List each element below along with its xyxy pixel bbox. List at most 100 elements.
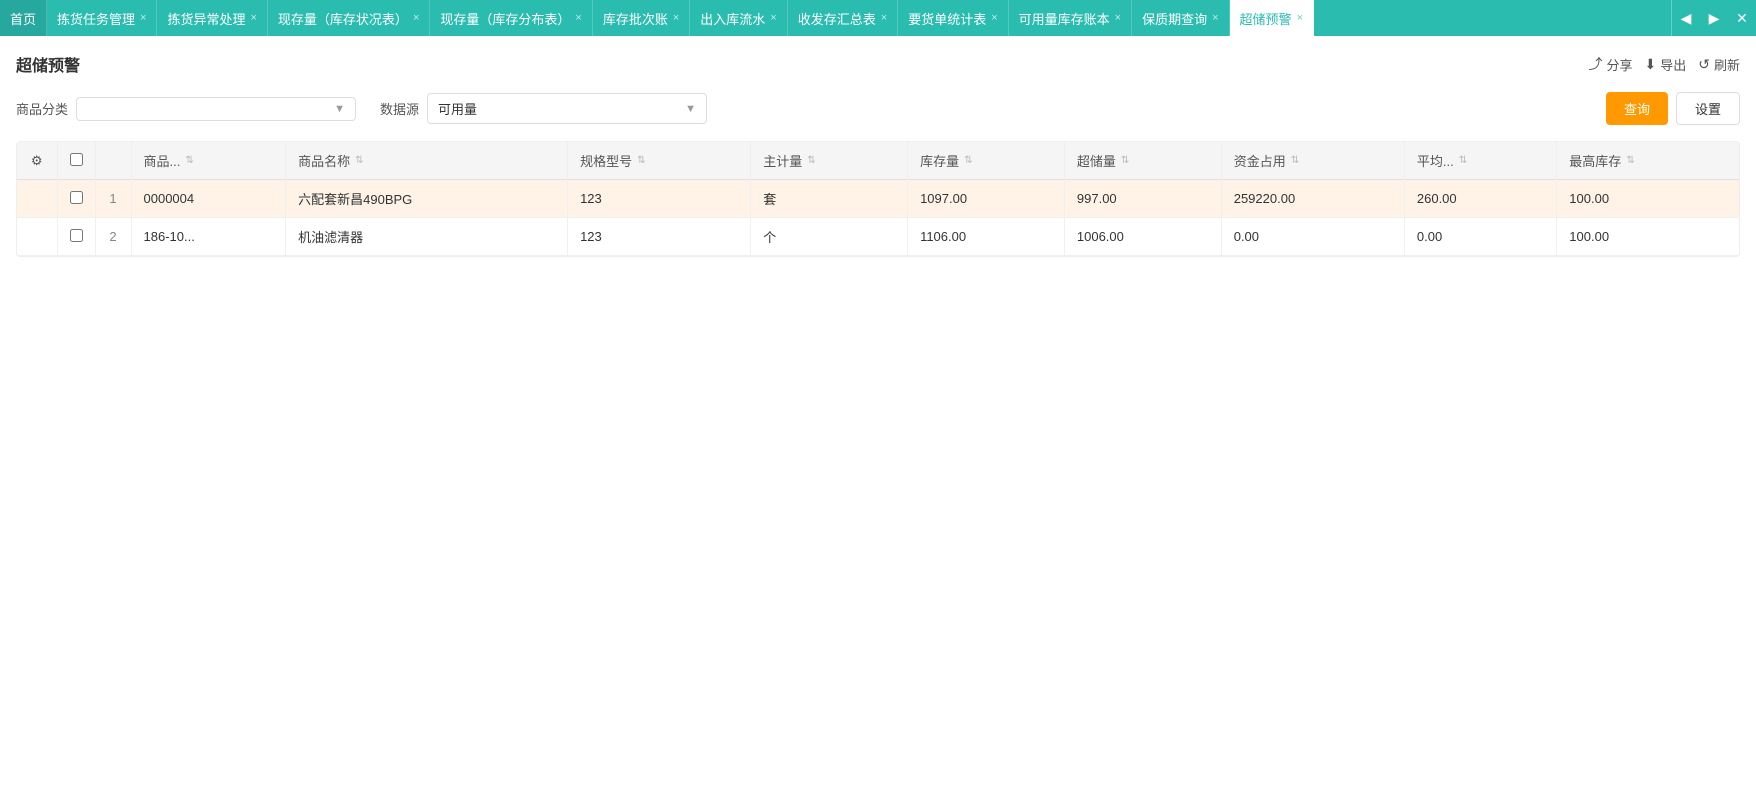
sidebar-item-collection[interactable]: 收发存汇总表 × [788, 0, 898, 36]
nav-item-close-icon[interactable]: × [1297, 12, 1303, 24]
row-checkbox-cell[interactable] [57, 180, 95, 218]
sidebar-item-overstock[interactable]: 超储预警 × [1230, 0, 1314, 36]
table-row: 10000004六配套新昌490BPG123套1097.00997.002592… [17, 180, 1739, 218]
col-checkbox[interactable] [57, 142, 95, 180]
sidebar-item-inout-flow[interactable]: 出入库流水 × [690, 0, 787, 36]
nav-prev-button[interactable]: ◀ [1672, 0, 1700, 36]
col-overstock[interactable]: 超储量 ⇅ [1064, 142, 1221, 180]
top-nav: 首页拣货任务管理×拣货异常处理×现存量（库存状况表）×现存量（库存分布表）×库存… [0, 0, 1756, 36]
row-overstock: 997.00 [1064, 180, 1221, 218]
row-max-inv: 100.00 [1557, 180, 1739, 218]
col-settings[interactable]: ⚙ [17, 142, 57, 180]
row-product-name: 六配套新昌490BPG [286, 180, 568, 218]
row-checkbox-cell[interactable] [57, 218, 95, 256]
row-inventory: 1106.00 [908, 218, 1065, 256]
filter-area: 商品分类 ▼ 数据源 可用量 ▼ 查询 设置 [16, 92, 1740, 125]
row-unit: 个 [751, 218, 908, 256]
row-capital: 0.00 [1221, 218, 1404, 256]
sort-inventory-icon: ⇅ [964, 155, 972, 166]
nav-item-close-icon[interactable]: × [140, 12, 146, 24]
col-capital-label: 资金占用 [1234, 151, 1286, 170]
filter-buttons: 查询 设置 [1606, 92, 1740, 125]
nav-item-close-icon[interactable]: × [575, 12, 581, 24]
query-button[interactable]: 查询 [1606, 92, 1668, 125]
col-unit[interactable]: 主计量 ⇅ [751, 142, 908, 180]
sort-overstock-icon: ⇅ [1121, 155, 1129, 166]
nav-item-close-icon[interactable]: × [673, 12, 679, 24]
page-header: 超储预警 ⤴ 分享 ⬇ 导出 ↺ 刷新 [16, 52, 1740, 76]
datasource-value: 可用量 [438, 99, 477, 118]
settings-icon: ⚙ [31, 153, 43, 168]
sidebar-item-inventory-status[interactable]: 现存量（库存状况表） × [268, 0, 430, 36]
page-content: 超储预警 ⤴ 分享 ⬇ 导出 ↺ 刷新 商品分类 ▼ 数据源 [0, 36, 1756, 800]
row-checkbox[interactable] [70, 229, 83, 242]
share-label: 分享 [1606, 55, 1632, 74]
share-button[interactable]: ⤴ 分享 [1588, 54, 1632, 74]
data-table-wrapper: ⚙ 商品... ⇅ 商品名称 [16, 141, 1740, 257]
col-spec[interactable]: 规格型号 ⇅ [568, 142, 751, 180]
row-number: 2 [95, 218, 131, 256]
nav-item-label: 保质期查询 [1142, 9, 1207, 28]
nav-item-label: 收发存汇总表 [798, 9, 876, 28]
category-select[interactable]: ▼ [76, 97, 356, 121]
select-all-checkbox[interactable] [70, 153, 83, 166]
col-inventory[interactable]: 库存量 ⇅ [908, 142, 1065, 180]
nav-item-label: 拣货异常处理 [167, 9, 245, 28]
col-spec-label: 规格型号 [580, 151, 632, 170]
sort-product-name-icon: ⇅ [355, 155, 363, 166]
col-rownum [95, 142, 131, 180]
nav-item-close-icon[interactable]: × [250, 12, 256, 24]
row-spec: 123 [568, 180, 751, 218]
col-max-inv-label: 最高库存 [1569, 151, 1621, 170]
export-icon: ⬇ [1645, 56, 1657, 73]
sidebar-item-available-ledger[interactable]: 可用量库存账本 × [1009, 0, 1132, 36]
sidebar-item-batch[interactable]: 库存批次账× [593, 0, 690, 36]
col-product-name[interactable]: 商品名称 ⇅ [286, 142, 568, 180]
refresh-label: 刷新 [1714, 55, 1740, 74]
table-row: 2186-10...机油滤清器123个1106.001006.000.000.0… [17, 218, 1739, 256]
row-settings-cell [17, 180, 57, 218]
table-body: 10000004六配套新昌490BPG123套1097.00997.002592… [17, 180, 1739, 256]
sidebar-item-order-stat[interactable]: 要货单统计表× [898, 0, 1008, 36]
nav-item-close-icon[interactable]: × [1115, 12, 1121, 24]
refresh-icon: ↺ [1698, 56, 1710, 73]
col-overstock-label: 超储量 [1077, 151, 1116, 170]
nav-item-label: 现存量（库存状况表） [278, 9, 408, 28]
row-overstock: 1006.00 [1064, 218, 1221, 256]
nav-item-close-icon[interactable]: × [991, 12, 997, 24]
row-unit: 套 [751, 180, 908, 218]
nav-item-label: 超储预警 [1240, 9, 1292, 28]
datasource-select[interactable]: 可用量 ▼ [427, 93, 707, 124]
sort-product-code-icon: ⇅ [185, 155, 193, 166]
col-avg[interactable]: 平均... ⇅ [1404, 142, 1556, 180]
sidebar-item-inventory-dist[interactable]: 现存量（库存分布表）× [430, 0, 592, 36]
col-product-code[interactable]: 商品... ⇅ [131, 142, 286, 180]
nav-item-close-icon[interactable]: × [770, 12, 776, 24]
sidebar-item-task-mgmt[interactable]: 拣货任务管理 × [47, 0, 157, 36]
refresh-button[interactable]: ↺ 刷新 [1698, 55, 1740, 74]
nav-item-label: 可用量库存账本 [1019, 9, 1110, 28]
sidebar-item-abnormal[interactable]: 拣货异常处理 × [157, 0, 267, 36]
export-label: 导出 [1660, 55, 1686, 74]
col-max-inv[interactable]: 最高库存 ⇅ [1557, 142, 1739, 180]
table-header: ⚙ 商品... ⇅ 商品名称 [17, 142, 1739, 180]
row-checkbox[interactable] [70, 191, 83, 204]
nav-arrows: ◀ ▶ ✕ [1671, 0, 1756, 36]
sort-spec-icon: ⇅ [637, 155, 645, 166]
nav-item-label: 出入库流水 [700, 9, 765, 28]
nav-close-button[interactable]: ✕ [1728, 0, 1756, 36]
col-capital[interactable]: 资金占用 ⇅ [1221, 142, 1404, 180]
data-table: ⚙ 商品... ⇅ 商品名称 [17, 142, 1739, 256]
nav-item-label: 拣货任务管理 [57, 9, 135, 28]
sidebar-item-expiry[interactable]: 保质期查询 × [1132, 0, 1229, 36]
col-avg-label: 平均... [1417, 151, 1454, 170]
page-title: 超储预警 [16, 52, 80, 76]
nav-item-close-icon[interactable]: × [881, 12, 887, 24]
export-button[interactable]: ⬇ 导出 [1645, 55, 1687, 74]
sidebar-item-home[interactable]: 首页 [0, 0, 47, 36]
settings-button[interactable]: 设置 [1676, 92, 1740, 125]
nav-item-close-icon[interactable]: × [1212, 12, 1218, 24]
nav-item-close-icon[interactable]: × [413, 12, 419, 24]
nav-next-button[interactable]: ▶ [1700, 0, 1728, 36]
row-product-code: 186-10... [131, 218, 286, 256]
